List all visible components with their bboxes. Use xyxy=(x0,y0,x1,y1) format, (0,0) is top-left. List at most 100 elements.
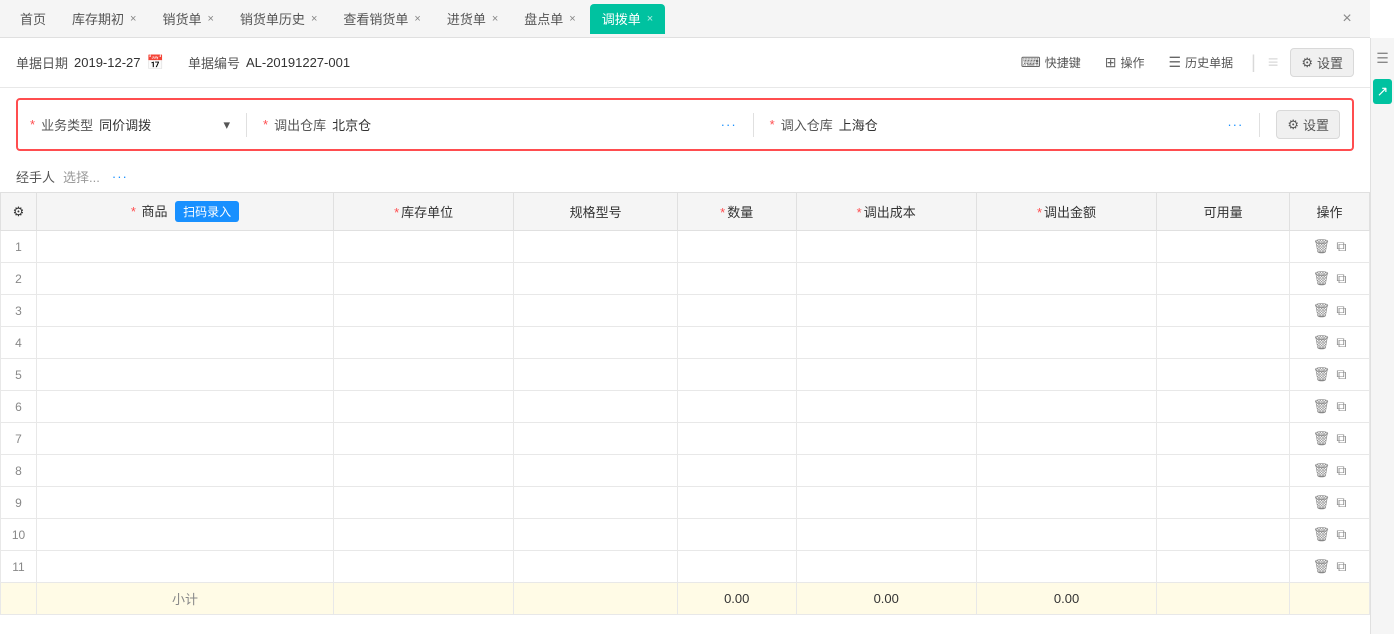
cell-available[interactable] xyxy=(1157,551,1290,583)
cell-spec[interactable] xyxy=(514,391,678,423)
cell-amount[interactable] xyxy=(976,423,1156,455)
copy-icon[interactable]: ⧉ xyxy=(1336,462,1346,479)
delete-icon[interactable]: 🗑 xyxy=(1313,430,1331,447)
cell-qty[interactable] xyxy=(677,295,796,327)
delete-icon[interactable]: 🗑 xyxy=(1313,558,1331,575)
dropdown-icon[interactable]: ▾ xyxy=(223,117,230,133)
copy-icon[interactable]: ⧉ xyxy=(1336,430,1346,447)
shortcut-key-button[interactable]: ⌨ 快捷键 xyxy=(1015,50,1087,75)
cell-cost[interactable] xyxy=(796,327,976,359)
cell-product[interactable] xyxy=(37,487,334,519)
cell-cost[interactable] xyxy=(796,423,976,455)
delete-icon[interactable]: 🗑 xyxy=(1313,334,1331,351)
inner-settings-button[interactable]: ⚙ 设置 xyxy=(1276,110,1340,139)
cell-qty[interactable] xyxy=(677,327,796,359)
cell-product[interactable] xyxy=(37,327,334,359)
window-close-button[interactable]: × xyxy=(1332,4,1362,34)
cell-amount[interactable] xyxy=(976,263,1156,295)
cell-qty[interactable] xyxy=(677,487,796,519)
cell-available[interactable] xyxy=(1157,231,1290,263)
cell-qty[interactable] xyxy=(677,455,796,487)
operations-button[interactable]: ⊞ 操作 xyxy=(1099,50,1151,75)
tab-transfer[interactable]: 调拨单 × xyxy=(590,4,665,34)
close-icon[interactable]: × xyxy=(647,13,653,25)
cell-spec[interactable] xyxy=(514,423,678,455)
history-order-button[interactable]: ☰ 历史单据 xyxy=(1163,50,1240,75)
cell-available[interactable] xyxy=(1157,455,1290,487)
tab-purchase[interactable]: 进货单 × xyxy=(435,4,510,34)
tab-stocktake[interactable]: 盘点单 × xyxy=(512,4,587,34)
delete-icon[interactable]: 🗑 xyxy=(1313,398,1331,415)
calendar-icon[interactable]: 📅 xyxy=(147,54,164,71)
cell-spec[interactable] xyxy=(514,327,678,359)
cell-unit[interactable] xyxy=(334,359,514,391)
cell-product[interactable] xyxy=(37,551,334,583)
cell-cost[interactable] xyxy=(796,263,976,295)
settings-button[interactable]: ⚙ 设置 xyxy=(1290,48,1354,77)
copy-icon[interactable]: ⧉ xyxy=(1336,366,1346,383)
cell-product[interactable] xyxy=(37,231,334,263)
tab-sales-history[interactable]: 销货单历史 × xyxy=(228,4,329,34)
cell-spec[interactable] xyxy=(514,295,678,327)
cell-unit[interactable] xyxy=(334,487,514,519)
cell-unit[interactable] xyxy=(334,551,514,583)
cell-qty[interactable] xyxy=(677,551,796,583)
cell-amount[interactable] xyxy=(976,295,1156,327)
cell-qty[interactable] xyxy=(677,391,796,423)
cell-cost[interactable] xyxy=(796,359,976,391)
close-icon[interactable]: × xyxy=(414,13,420,25)
cell-cost[interactable] xyxy=(796,231,976,263)
delete-icon[interactable]: 🗑 xyxy=(1313,462,1331,479)
cell-product[interactable] xyxy=(37,391,334,423)
cell-cost[interactable] xyxy=(796,455,976,487)
close-icon[interactable]: × xyxy=(492,13,498,25)
scan-button[interactable]: 扫码录入 xyxy=(175,201,239,222)
cell-spec[interactable] xyxy=(514,455,678,487)
cell-product[interactable] xyxy=(37,423,334,455)
cell-unit[interactable] xyxy=(334,231,514,263)
cell-qty[interactable] xyxy=(677,231,796,263)
cell-spec[interactable] xyxy=(514,263,678,295)
cell-product[interactable] xyxy=(37,455,334,487)
cell-amount[interactable] xyxy=(976,551,1156,583)
cell-qty[interactable] xyxy=(677,519,796,551)
delete-icon[interactable]: 🗑 xyxy=(1313,366,1331,383)
tab-home[interactable]: 首页 xyxy=(8,4,58,34)
cell-cost[interactable] xyxy=(796,295,976,327)
copy-icon[interactable]: ⧉ xyxy=(1336,526,1346,543)
cell-amount[interactable] xyxy=(976,519,1156,551)
cell-unit[interactable] xyxy=(334,295,514,327)
cell-unit[interactable] xyxy=(334,519,514,551)
warehouse-in-dots[interactable]: ··· xyxy=(1227,117,1243,132)
cell-product[interactable] xyxy=(37,263,334,295)
cell-amount[interactable] xyxy=(976,487,1156,519)
cell-spec[interactable] xyxy=(514,231,678,263)
cell-cost[interactable] xyxy=(796,551,976,583)
sidebar-list-icon[interactable]: ☰ xyxy=(1372,46,1393,71)
cell-unit[interactable] xyxy=(334,391,514,423)
cell-available[interactable] xyxy=(1157,391,1290,423)
cell-unit[interactable] xyxy=(334,327,514,359)
copy-icon[interactable]: ⧉ xyxy=(1336,238,1346,255)
tab-view-sales[interactable]: 查看销货单 × xyxy=(331,4,432,34)
copy-icon[interactable]: ⧉ xyxy=(1336,302,1346,319)
cell-available[interactable] xyxy=(1157,423,1290,455)
cell-spec[interactable] xyxy=(514,487,678,519)
warehouse-out-dots[interactable]: ··· xyxy=(721,117,737,132)
cell-amount[interactable] xyxy=(976,391,1156,423)
cell-qty[interactable] xyxy=(677,263,796,295)
cell-amount[interactable] xyxy=(976,359,1156,391)
cell-spec[interactable] xyxy=(514,551,678,583)
cell-available[interactable] xyxy=(1157,295,1290,327)
cell-available[interactable] xyxy=(1157,327,1290,359)
person-dots[interactable]: ··· xyxy=(112,169,128,184)
tab-sales-order[interactable]: 销货单 × xyxy=(150,4,225,34)
cell-unit[interactable] xyxy=(334,423,514,455)
cell-unit[interactable] xyxy=(334,455,514,487)
cell-amount[interactable] xyxy=(976,231,1156,263)
cell-spec[interactable] xyxy=(514,519,678,551)
cell-spec[interactable] xyxy=(514,359,678,391)
person-select[interactable]: 选择... xyxy=(63,167,100,186)
close-icon[interactable]: × xyxy=(130,13,136,25)
cell-cost[interactable] xyxy=(796,519,976,551)
